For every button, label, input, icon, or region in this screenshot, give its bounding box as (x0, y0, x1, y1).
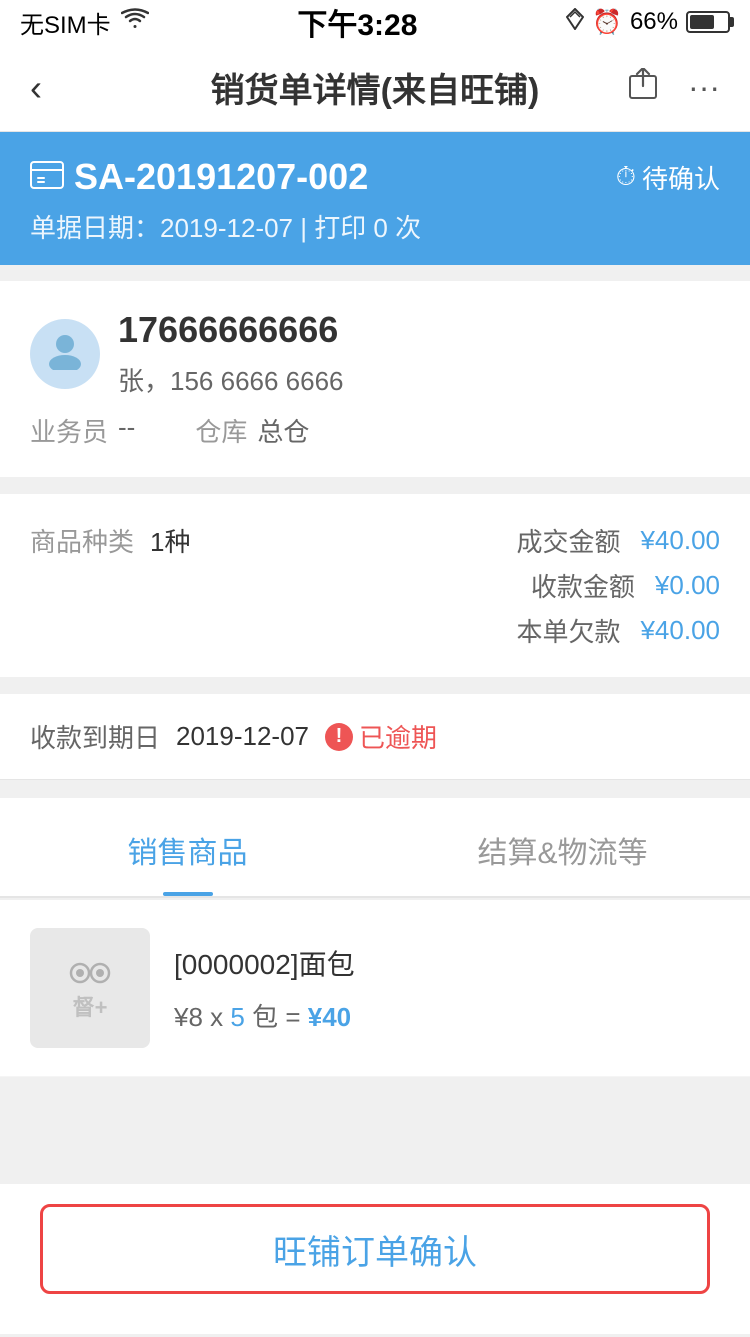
export-icon[interactable] (628, 68, 658, 108)
payment-row: 收款金额 ¥0.00 (531, 567, 720, 604)
divider-2 (0, 478, 750, 494)
avatar-icon (44, 328, 86, 380)
divider-4 (0, 780, 750, 796)
order-date: 单据日期：2019-12-07 | 打印 0 次 (30, 208, 720, 245)
avatar (30, 319, 100, 389)
order-status: ⏱ 待确认 (616, 159, 720, 196)
product-name: [0000002]面包 (174, 943, 720, 983)
overdue-text: 已逾期 (359, 718, 437, 755)
bottom-bar: 旺铺订单确认 (0, 1184, 750, 1334)
due-date-label: 收款到期日 (30, 718, 160, 755)
overdue-badge: ! 已逾期 (325, 718, 437, 755)
amounts: 成交金额 ¥40.00 收款金额 ¥0.00 本单欠款 ¥40.00 (516, 522, 720, 649)
customer-row: 17666666666 张，156 6666 6666 (30, 309, 720, 398)
tab-sales-products[interactable]: 销售商品 (0, 798, 375, 896)
time-display: 下午3:28 (297, 0, 417, 44)
transaction-row: 成交金额 ¥40.00 (516, 522, 720, 559)
summary-card: 商品种类 1种 成交金额 ¥40.00 收款金额 ¥0.00 本单欠款 ¥40.… (0, 494, 750, 678)
order-id: SA-20191207-002 (30, 156, 368, 198)
location-icon (566, 8, 584, 37)
product-item: 督+ [0000002]面包 ¥8 x 5 包 = ¥40 (0, 900, 750, 1077)
warehouse-item: 仓库 总仓 (195, 412, 309, 449)
battery-icon (686, 11, 730, 33)
overdue-dot-icon: ! (325, 723, 353, 751)
product-section: 督+ [0000002]面包 ¥8 x 5 包 = ¥40 (0, 900, 750, 1077)
debt-row: 本单欠款 ¥40.00 (516, 612, 720, 649)
customer-name-row: 张，156 6666 6666 (118, 361, 344, 398)
product-type: 商品种类 1种 (30, 522, 190, 559)
customer-info: 17666666666 张，156 6666 6666 (118, 309, 344, 398)
product-thumbnail: 督+ (30, 928, 150, 1048)
customer-meta: 业务员 -- 仓库 总仓 (30, 412, 720, 449)
due-date-card: 收款到期日 2019-12-07 ! 已逾期 (0, 694, 750, 780)
back-button[interactable]: ‹ (30, 67, 90, 109)
tab-settlement[interactable]: 结算&物流等 (375, 798, 750, 896)
order-icon (30, 156, 64, 198)
divider-3 (0, 678, 750, 694)
status-bar: 无SIM卡 下午3:28 ⏰ 66% (0, 0, 750, 44)
product-logo: 督+ (60, 955, 120, 1022)
wifi-icon (121, 8, 149, 37)
order-header: SA-20191207-002 ⏱ 待确认 单据日期：2019-12-07 | … (0, 132, 750, 265)
alarm-icon: ⏰ (592, 8, 622, 37)
carrier-text: 无SIM卡 (20, 5, 111, 40)
customer-phone: 17666666666 (118, 309, 344, 351)
nav-actions: ··· (628, 68, 720, 108)
customer-card: 17666666666 张，156 6666 6666 业务员 -- 仓库 总仓 (0, 281, 750, 478)
due-date-value: 2019-12-07 (176, 721, 309, 752)
order-header-top: SA-20191207-002 ⏱ 待确认 (30, 156, 720, 198)
battery-text: 66% (630, 8, 678, 36)
status-right: ⏰ 66% (566, 8, 730, 37)
status-left: 无SIM卡 (20, 5, 149, 40)
product-price: ¥8 x 5 包 = ¥40 (174, 997, 720, 1034)
tabs-bar: 销售商品 结算&物流等 (0, 798, 750, 898)
status-clock-icon: ⏱ (616, 161, 636, 193)
salesperson-item: 业务员 -- (30, 412, 135, 449)
page-title: 销货单详情(来自旺铺) (211, 63, 540, 112)
divider-1 (0, 265, 750, 281)
nav-bar: ‹ 销货单详情(来自旺铺) ··· (0, 44, 750, 132)
more-icon[interactable]: ··· (688, 69, 720, 106)
product-info: [0000002]面包 ¥8 x 5 包 = ¥40 (174, 943, 720, 1034)
confirm-order-button[interactable]: 旺铺订单确认 (40, 1204, 710, 1294)
